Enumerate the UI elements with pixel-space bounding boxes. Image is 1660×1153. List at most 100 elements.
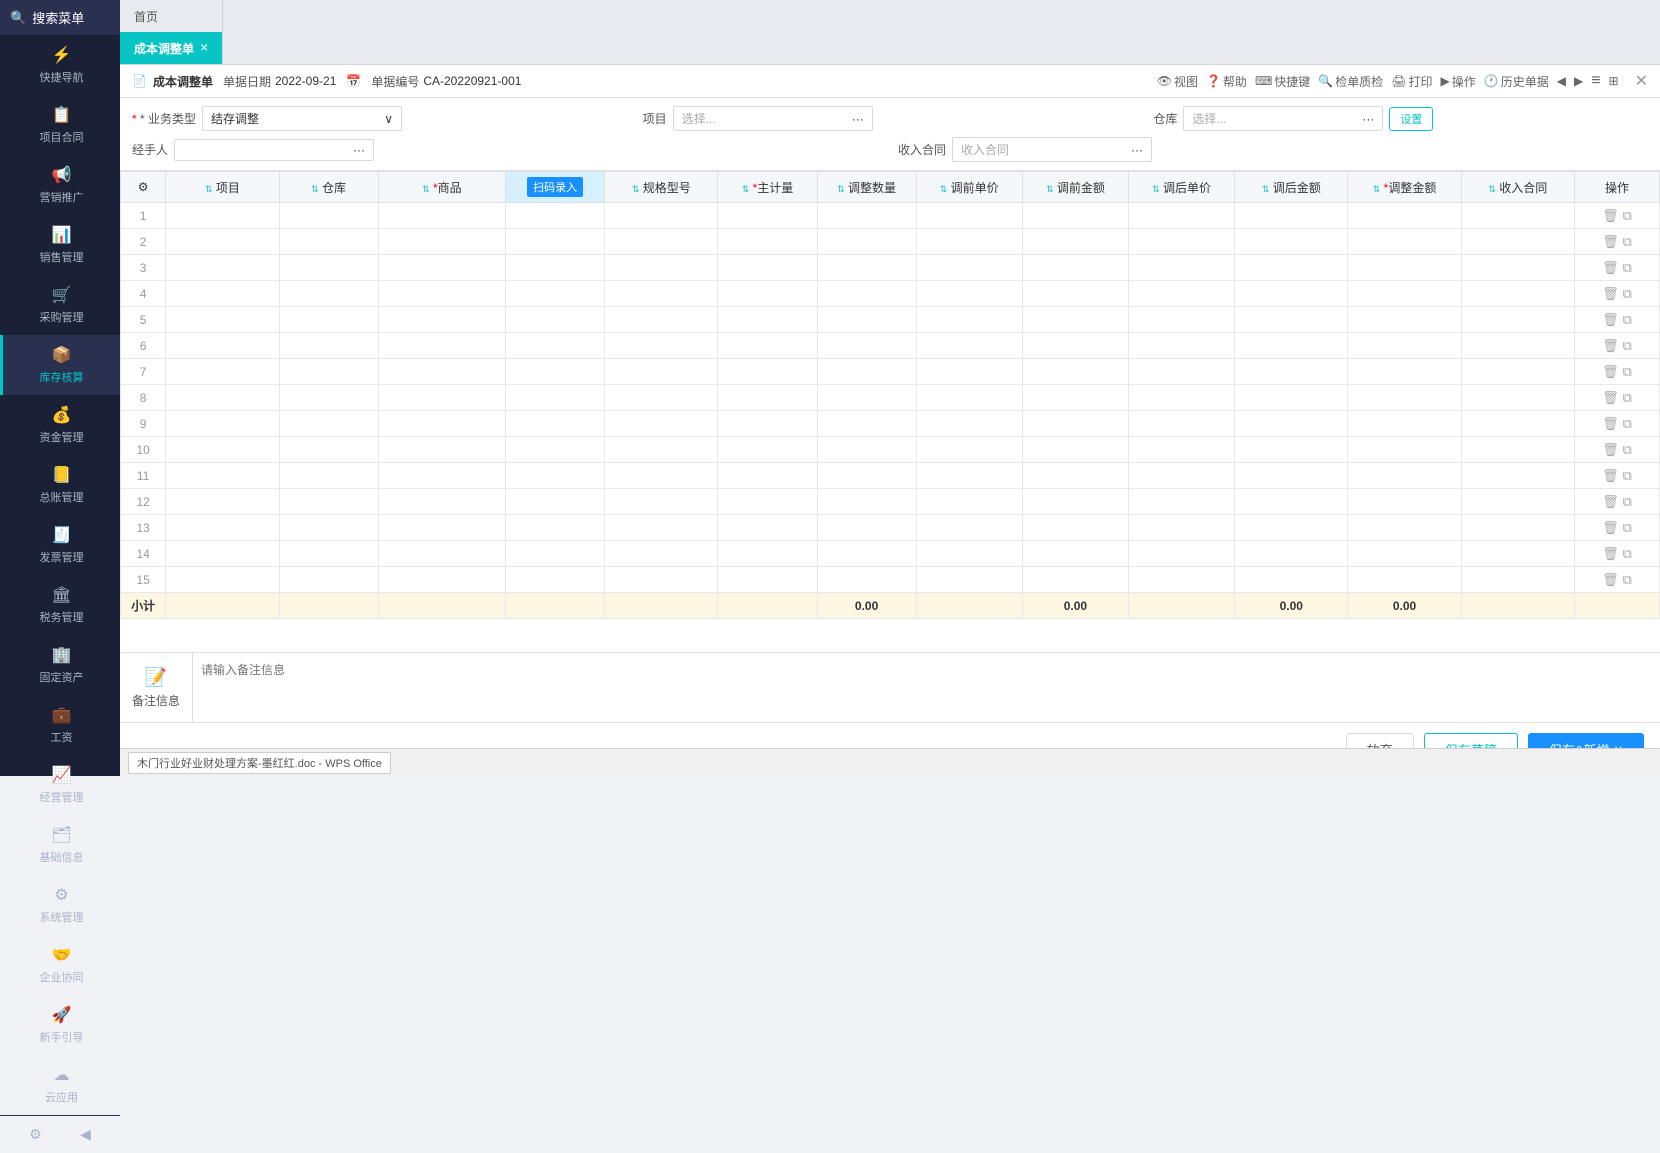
date-value[interactable]: 2022-09-21 <box>275 74 336 88</box>
cell-warehouse[interactable] <box>279 541 378 567</box>
cell-spec[interactable] <box>605 567 718 593</box>
copy-icon[interactable]: ⧉ <box>1623 286 1632 302</box>
cell-income[interactable] <box>1461 359 1574 385</box>
cell-income[interactable] <box>1461 489 1574 515</box>
delete-icon[interactable]: 🗑 <box>1602 468 1619 484</box>
cell-qty[interactable] <box>817 385 916 411</box>
cell-qty[interactable] <box>817 281 916 307</box>
shortcut-btn[interactable]: ⌨快捷键 <box>1255 73 1310 90</box>
cell-unit[interactable] <box>718 281 817 307</box>
cell-amount2[interactable] <box>1235 333 1348 359</box>
copy-icon[interactable]: ⧉ <box>1623 390 1632 406</box>
cell-scan[interactable] <box>506 203 605 229</box>
cell-qty[interactable] <box>817 333 916 359</box>
cell-price2[interactable] <box>1128 333 1234 359</box>
col-unit[interactable]: ⇅ *主计量 <box>718 172 817 203</box>
cell-qty[interactable] <box>817 437 916 463</box>
cell-amount1[interactable] <box>1022 255 1128 281</box>
sidebar-item-sales-promo[interactable]: 📢营销推广 <box>0 155 120 215</box>
cell-spec[interactable] <box>605 255 718 281</box>
cell-project[interactable] <box>166 255 279 281</box>
help-btn[interactable]: ❓帮助 <box>1206 73 1247 90</box>
cell-project[interactable] <box>166 307 279 333</box>
sidebar-item-enterprise[interactable]: 🤝企业协同 <box>0 935 120 995</box>
copy-icon[interactable]: ⧉ <box>1623 416 1632 432</box>
cell-scan[interactable] <box>506 307 605 333</box>
delete-icon[interactable]: 🗑 <box>1602 390 1619 406</box>
sidebar-item-finance[interactable]: 💰资金管理 <box>0 395 120 455</box>
cell-product[interactable] <box>378 567 505 593</box>
cell-amount2[interactable] <box>1235 515 1348 541</box>
cell-project[interactable] <box>166 567 279 593</box>
col-project[interactable]: ⇅ 项目 <box>166 172 279 203</box>
cell-amount1[interactable] <box>1022 203 1128 229</box>
col-amount1[interactable]: ⇅ 调前金额 <box>1022 172 1128 203</box>
col-warehouse[interactable]: ⇅ 仓库 <box>279 172 378 203</box>
cell-scan[interactable] <box>506 567 605 593</box>
cell-income[interactable] <box>1461 307 1574 333</box>
cell-spec[interactable] <box>605 307 718 333</box>
cell-unit[interactable] <box>718 567 817 593</box>
cell-income[interactable] <box>1461 515 1574 541</box>
cell-scan[interactable] <box>506 385 605 411</box>
cell-adjust[interactable] <box>1348 515 1461 541</box>
cell-amount2[interactable] <box>1235 255 1348 281</box>
business-type-select[interactable]: 结存调整 ∨ <box>202 106 402 131</box>
calendar-icon[interactable]: 📅 <box>346 74 361 88</box>
settings-icon[interactable]: ⚙ <box>29 1126 42 1143</box>
cell-price1[interactable] <box>916 541 1022 567</box>
cell-spec[interactable] <box>605 515 718 541</box>
cell-adjust[interactable] <box>1348 333 1461 359</box>
cell-product[interactable] <box>378 463 505 489</box>
cell-price2[interactable] <box>1128 541 1234 567</box>
cell-spec[interactable] <box>605 229 718 255</box>
cell-spec[interactable] <box>605 463 718 489</box>
cell-adjust[interactable] <box>1348 411 1461 437</box>
cell-adjust[interactable] <box>1348 359 1461 385</box>
cell-price2[interactable] <box>1128 359 1234 385</box>
warehouse-select[interactable]: 选择... ··· <box>1183 106 1383 131</box>
cell-product[interactable] <box>378 489 505 515</box>
copy-icon[interactable]: ⧉ <box>1623 572 1632 588</box>
cell-spec[interactable] <box>605 385 718 411</box>
cell-price2[interactable] <box>1128 385 1234 411</box>
cell-amount2[interactable] <box>1235 463 1348 489</box>
cell-amount1[interactable] <box>1022 515 1128 541</box>
delete-icon[interactable]: 🗑 <box>1602 416 1619 432</box>
cell-price1[interactable] <box>916 307 1022 333</box>
sidebar-item-inventory[interactable]: 📦库存核算 <box>0 335 120 395</box>
sidebar-item-sys-mgmt[interactable]: ⚙系统管理 <box>0 875 120 935</box>
cell-price2[interactable] <box>1128 515 1234 541</box>
cell-amount2[interactable] <box>1235 307 1348 333</box>
delete-icon[interactable]: 🗑 <box>1602 442 1619 458</box>
sidebar-item-project-contract[interactable]: 📋项目合同 <box>0 95 120 155</box>
cell-warehouse[interactable] <box>279 567 378 593</box>
cell-spec[interactable] <box>605 203 718 229</box>
copy-icon[interactable]: ⧉ <box>1623 208 1632 224</box>
copy-icon[interactable]: ⧉ <box>1623 442 1632 458</box>
cell-spec[interactable] <box>605 541 718 567</box>
cell-scan[interactable] <box>506 437 605 463</box>
cell-warehouse[interactable] <box>279 255 378 281</box>
cell-warehouse[interactable] <box>279 463 378 489</box>
cell-income[interactable] <box>1461 229 1574 255</box>
agent-select[interactable]: ··· <box>174 139 374 161</box>
operation-btn[interactable]: ▶操作 <box>1441 73 1476 90</box>
cell-warehouse[interactable] <box>279 385 378 411</box>
cell-adjust[interactable] <box>1348 203 1461 229</box>
remarks-input[interactable] <box>193 653 1660 722</box>
cell-income[interactable] <box>1461 203 1574 229</box>
cell-price1[interactable] <box>916 333 1022 359</box>
nav-prev-btn[interactable]: ◀ <box>1557 74 1566 88</box>
cell-qty[interactable] <box>817 515 916 541</box>
sidebar-item-cloud-app[interactable]: ☁云应用 <box>0 1055 120 1115</box>
view-btn[interactable]: 👁视图 <box>1157 73 1198 90</box>
col-amount2[interactable]: ⇅ 调后金额 <box>1235 172 1348 203</box>
view-grid-btn[interactable]: ⊞ <box>1609 74 1619 88</box>
cell-amount2[interactable] <box>1235 567 1348 593</box>
cell-income[interactable] <box>1461 437 1574 463</box>
cell-amount1[interactable] <box>1022 229 1128 255</box>
col-price1[interactable]: ⇅ 调前单价 <box>916 172 1022 203</box>
sidebar-item-fixed-assets[interactable]: 🏢固定资产 <box>0 635 120 695</box>
cell-adjust[interactable] <box>1348 463 1461 489</box>
